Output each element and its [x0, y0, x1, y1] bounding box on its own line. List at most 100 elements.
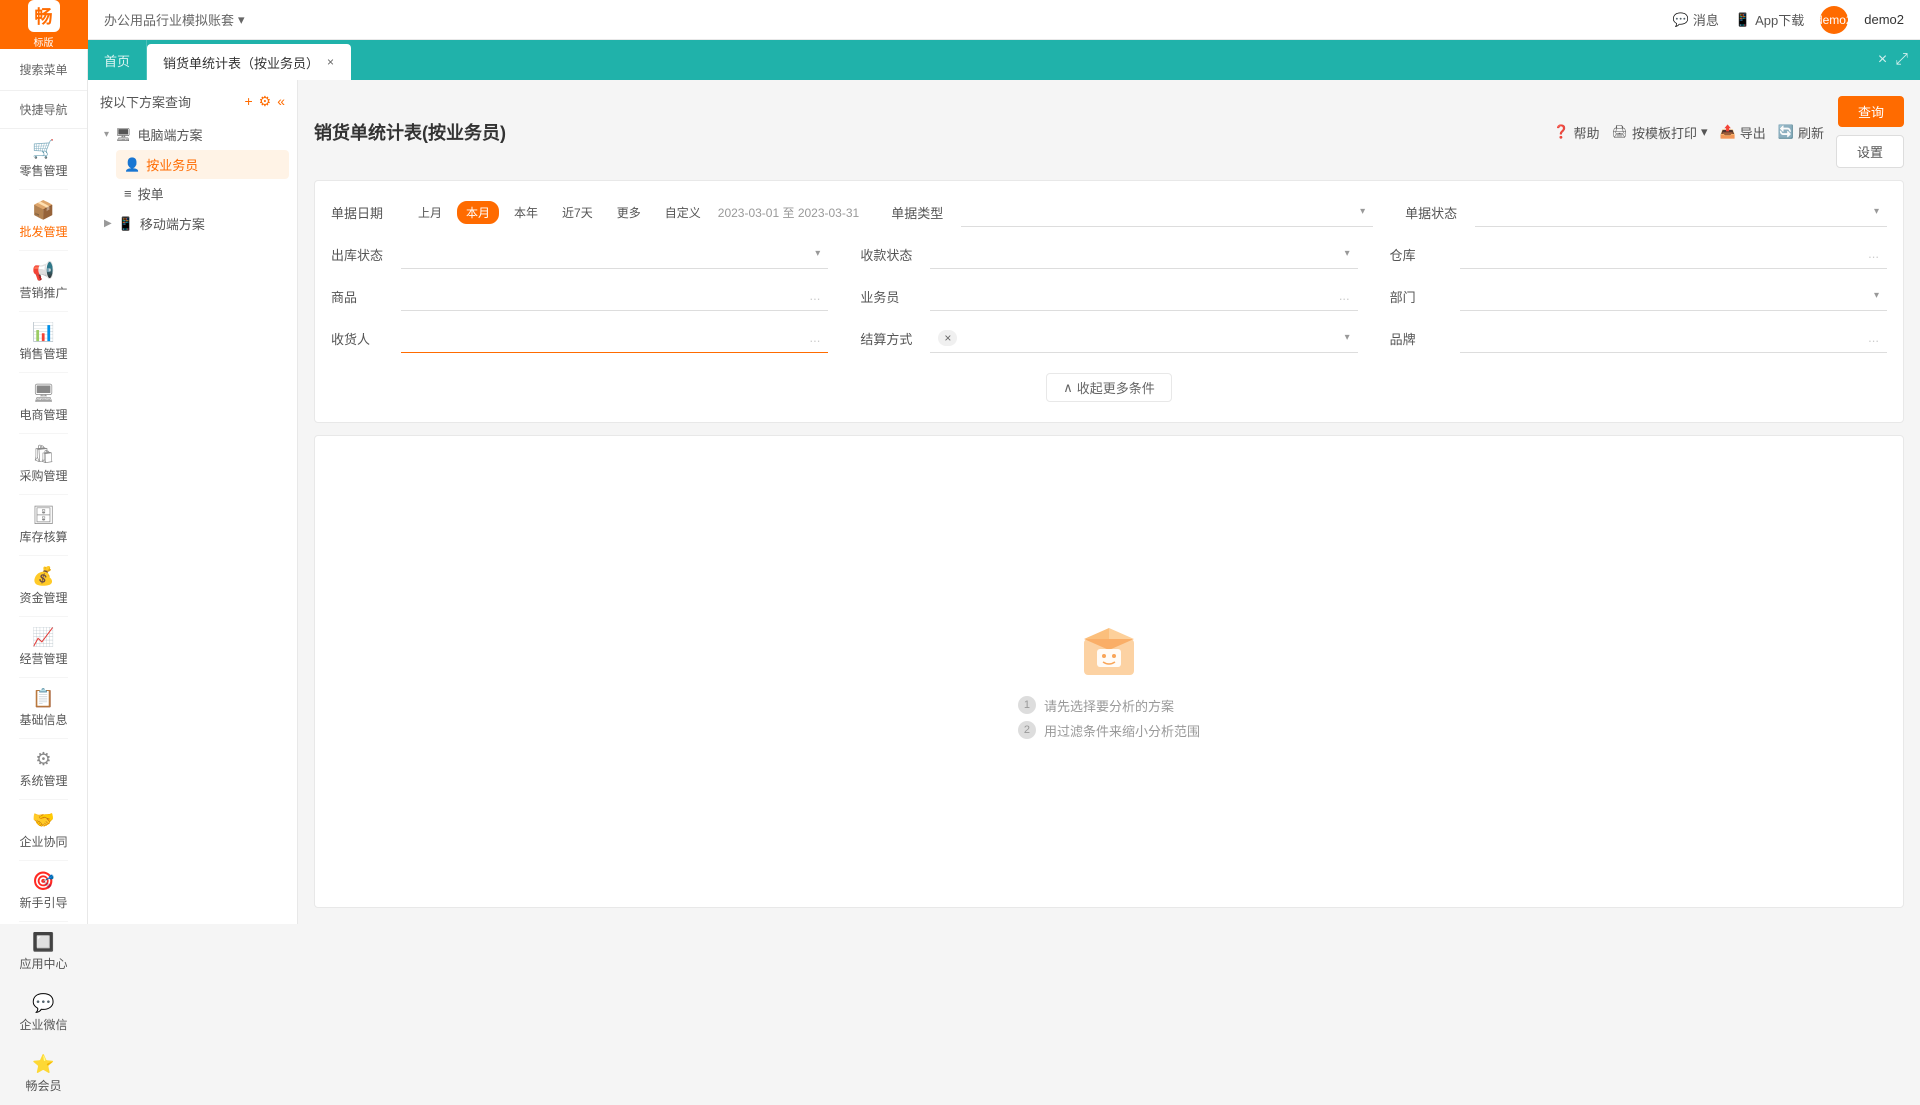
date-btn-this-month[interactable]: 本月	[457, 201, 499, 224]
order-icon: ≡	[124, 186, 132, 201]
filter-salesperson: 业务员 ...	[860, 281, 1357, 311]
app-logo[interactable]: 畅 标版	[0, 0, 88, 49]
help-button[interactable]: ❓ 帮助	[1553, 123, 1599, 142]
dept-input[interactable]: ▾	[1460, 281, 1887, 311]
filter-out-status: 出库状态 ▾	[331, 239, 828, 269]
search-menu-label[interactable]: 搜索菜单	[0, 57, 87, 82]
goods-input[interactable]: ...	[401, 281, 828, 311]
settlement-tag[interactable]: ×	[938, 330, 957, 346]
sidebar-item-企业微信[interactable]: 💬 企业微信	[19, 983, 67, 1044]
sidebar-label-3: 销售管理	[19, 345, 67, 362]
date-btn-this-year[interactable]: 本年	[505, 201, 547, 224]
print-icon: 🖨	[1612, 124, 1629, 140]
tree-group-pc-header[interactable]: ▾ 🖥 电脑端方案	[96, 119, 289, 150]
message-button[interactable]: 💬 消息	[1673, 10, 1719, 29]
logo-subtext: 标版	[34, 34, 54, 49]
sidebar-item-经营管理[interactable]: 📈 经营管理	[19, 617, 67, 678]
sidebar-item-营销推广[interactable]: 📢 营销推广	[19, 251, 67, 312]
tree-item-by-order[interactable]: ≡ 按单	[116, 179, 289, 208]
app-download-button[interactable]: 📱 App下载	[1735, 10, 1804, 29]
sidebar-item-资金管理[interactable]: 💰 资金管理	[19, 556, 67, 617]
left-panel-title: 按以下方案查询	[100, 92, 191, 111]
sidebar-item-批发管理[interactable]: 📦 批发管理	[19, 190, 67, 251]
add-scheme-icon[interactable]: +	[244, 93, 252, 110]
date-btn-last-month[interactable]: 上月	[409, 201, 451, 224]
right-panel: 销货单统计表(按业务员) ❓ 帮助 🖨 按模板打印 ▾ 📤 导出	[298, 80, 1920, 924]
sidebar-label-8: 经营管理	[19, 650, 67, 667]
sidebar-items: 🛒 零售管理 📦 批发管理 📢 营销推广 📊 销售管理 🖥 电商管理 🛍 采购管…	[19, 129, 67, 1105]
out-status-dropdown-icon: ▾	[815, 248, 820, 259]
sidebar-item-企业协同[interactable]: 🤝 企业协同	[19, 800, 67, 861]
out-status-input[interactable]: ▾	[401, 239, 828, 269]
sidebar-item-零售管理[interactable]: 🛒 零售管理	[19, 129, 67, 190]
query-button[interactable]: 查询	[1838, 96, 1904, 127]
left-panel-header: 按以下方案查询 + ⚙ «	[88, 92, 297, 119]
filter-collect-status: 收款状态 ▾	[860, 239, 1357, 269]
collapse-button[interactable]: ∧ 收起更多条件	[1046, 373, 1172, 402]
filter-dept: 部门 ▾	[1390, 281, 1887, 311]
sidebar-item-畅会员[interactable]: ⭐ 畅会员	[19, 1044, 67, 1105]
collect-status-input[interactable]: ▾	[930, 239, 1357, 269]
brand-input[interactable]: ...	[1460, 323, 1887, 353]
tab-sales-stats[interactable]: 销货单统计表（按业务员） ×	[147, 44, 351, 80]
pc-scheme-label: 电脑端方案	[138, 125, 203, 144]
sidebar-item-电商管理[interactable]: 🖥 电商管理	[19, 373, 67, 434]
breadcrumb-arrow[interactable]: ▾	[238, 12, 245, 28]
tab-home[interactable]: 首页	[88, 40, 147, 80]
tree-arrow-mobile: ▶	[104, 218, 112, 229]
sidebar-icon-7: 💰	[19, 566, 67, 587]
goods-dots-icon: ...	[809, 288, 820, 303]
settings-scheme-icon[interactable]: ⚙	[259, 93, 272, 110]
sidebar-item-新手引导[interactable]: 🎯 新手引导	[19, 861, 67, 922]
order-type-label: 单据类型	[891, 203, 961, 222]
export-button[interactable]: 📤 导出	[1720, 123, 1766, 142]
date-label: 单据日期	[331, 203, 401, 222]
tab-close-icon[interactable]: ×	[327, 55, 334, 69]
filter-order-type: 单据类型 ▾	[891, 197, 1373, 227]
receiver-label: 收货人	[331, 329, 401, 348]
sidebar-item-销售管理[interactable]: 📊 销售管理	[19, 312, 67, 373]
order-scheme-label: 按单	[138, 184, 164, 203]
settlement-input[interactable]: × ▾	[930, 323, 1357, 353]
sidebar-item-应用中心[interactable]: 🔲 应用中心	[19, 922, 67, 983]
sidebar-search-section: 搜索菜单	[0, 49, 87, 91]
order-status-dropdown-icon: ▾	[1874, 206, 1879, 217]
receiver-input[interactable]: ...	[401, 323, 828, 353]
settlement-dropdown-icon: ▾	[1345, 332, 1350, 343]
window-maximize-icon[interactable]: ⤢	[1895, 51, 1908, 69]
window-close-icon[interactable]: ×	[1878, 51, 1887, 69]
date-btn-more[interactable]: 更多	[608, 201, 650, 224]
refresh-icon: 🔄	[1778, 124, 1794, 140]
refresh-label: 刷新	[1798, 123, 1824, 142]
collapse-panel-icon[interactable]: «	[277, 93, 285, 110]
help-icon: ❓	[1553, 124, 1569, 140]
salesperson-input[interactable]: ...	[930, 281, 1357, 311]
sidebar-item-系统管理[interactable]: ⚙ 系统管理	[19, 739, 67, 800]
settings-button[interactable]: 设置	[1836, 135, 1904, 168]
tree-group-mobile-header[interactable]: ▶ 📱 移动端方案	[96, 208, 289, 239]
avatar[interactable]: demo2	[1820, 6, 1848, 34]
order-status-input[interactable]: ▾	[1475, 197, 1887, 227]
refresh-button[interactable]: 🔄 刷新	[1778, 123, 1824, 142]
empty-tips: 1 请先选择要分析的方案 2 用过滤条件来缩小分析范围	[1018, 696, 1200, 740]
filter-card: 单据日期 上月 本月 本年 近7天 更多 自定义 2023-03-01 至 20…	[314, 180, 1904, 423]
order-type-input[interactable]: ▾	[961, 197, 1373, 227]
tree-item-by-salesperson[interactable]: 👤 按业务员	[116, 150, 289, 179]
pc-scheme-icon: 🖥	[115, 127, 132, 143]
tree-group-mobile: ▶ 📱 移动端方案	[88, 208, 297, 239]
sidebar-icon-1: 📦	[19, 200, 67, 221]
sidebar-icon-9: 📋	[19, 688, 67, 709]
print-button[interactable]: 🖨 按模板打印 ▾	[1612, 123, 1708, 142]
collapse-label: 收起更多条件	[1077, 378, 1155, 397]
page-title: 销货单统计表(按业务员)	[314, 119, 506, 145]
sidebar-item-采购管理[interactable]: 🛍 采购管理	[19, 434, 67, 495]
warehouse-input[interactable]: ...	[1460, 239, 1887, 269]
filter-warehouse: 仓库 ...	[1390, 239, 1887, 269]
sidebar-label-4: 电商管理	[19, 406, 67, 423]
quick-nav-label[interactable]: 快捷导航	[0, 95, 87, 124]
sidebar-item-库存核算[interactable]: 🗄 库存核算	[19, 495, 67, 556]
sidebar-item-基础信息[interactable]: 📋 基础信息	[19, 678, 67, 739]
sidebar-label-7: 资金管理	[19, 589, 67, 606]
date-btn-custom[interactable]: 自定义	[656, 201, 710, 224]
date-btn-7days[interactable]: 近7天	[553, 201, 602, 224]
